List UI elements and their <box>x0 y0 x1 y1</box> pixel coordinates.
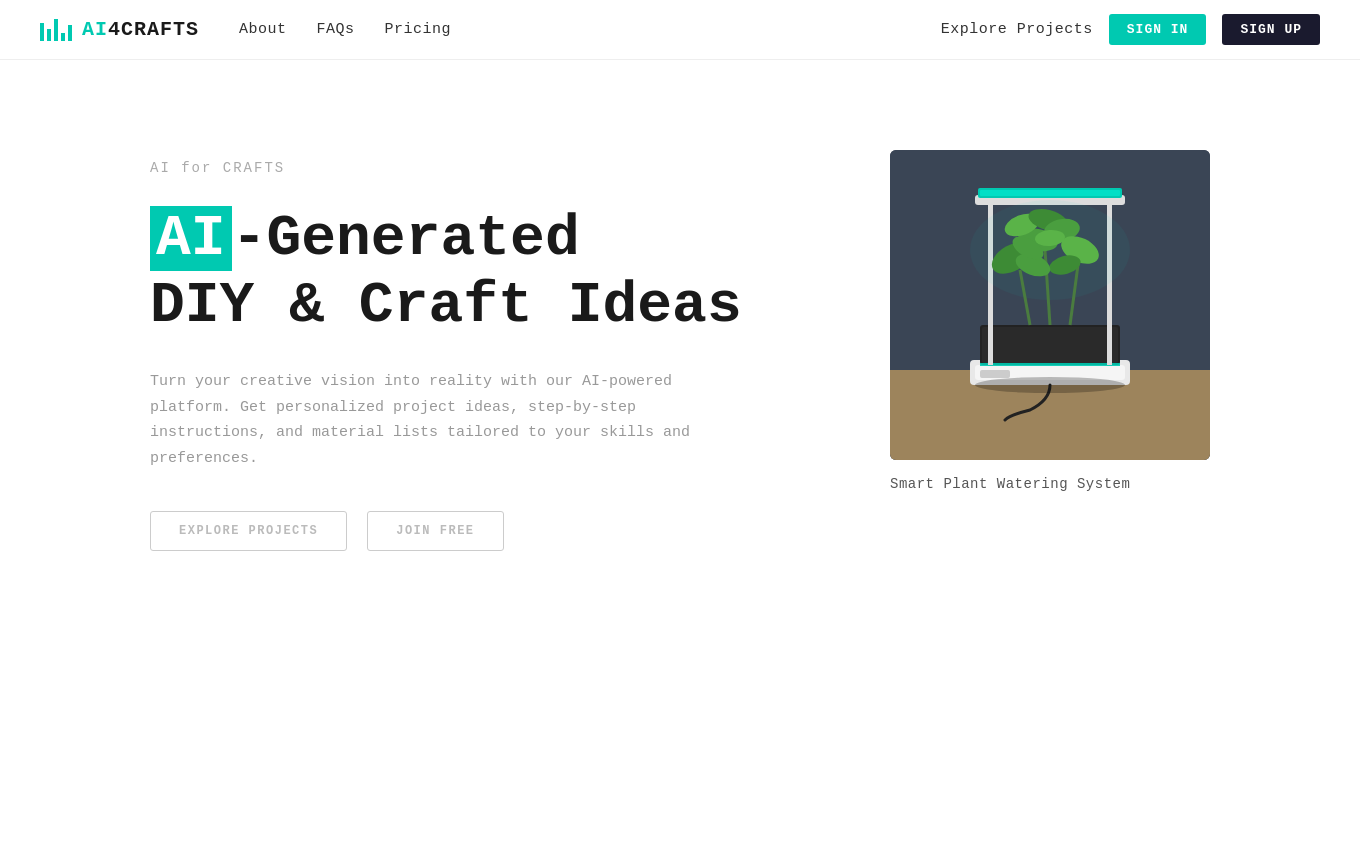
nav-pricing[interactable]: Pricing <box>385 21 452 38</box>
hero-left: AI for CRAFTS AI-Generated DIY & Craft I… <box>150 140 790 551</box>
join-free-button[interactable]: JOIN FREE <box>367 511 503 551</box>
product-image <box>890 150 1210 460</box>
hero-title-line2: DIY & Craft Ideas <box>150 273 742 338</box>
svg-rect-6 <box>982 327 1118 363</box>
hero-title: AI-Generated DIY & Craft Ideas <box>150 206 790 339</box>
logo-icon <box>40 19 72 41</box>
product-illustration <box>890 150 1210 460</box>
logo-link[interactable]: AI4CRAFTS <box>40 18 199 41</box>
hero-title-generated: -Generated <box>232 206 580 271</box>
hero-eyebrow: AI for CRAFTS <box>150 160 790 176</box>
hero-title-ai: AI <box>150 206 232 271</box>
header-right: Explore Projects SIGN IN SIGN UP <box>941 14 1320 45</box>
nav-about[interactable]: About <box>239 21 287 38</box>
site-header: AI4CRAFTS About FAQs Pricing Explore Pro… <box>0 0 1360 60</box>
logo-ai: AI <box>82 18 108 41</box>
hero-buttons: EXPLORE PROJECTS JOIN FREE <box>150 511 790 551</box>
main-nav: About FAQs Pricing <box>239 21 451 38</box>
header-left: AI4CRAFTS About FAQs Pricing <box>40 18 451 41</box>
main-content: AI for CRAFTS AI-Generated DIY & Craft I… <box>0 60 1360 859</box>
hero-right: Smart Plant Watering System <box>890 140 1210 492</box>
svg-rect-12 <box>980 190 1120 196</box>
sign-up-button[interactable]: SIGN UP <box>1222 14 1320 45</box>
explore-projects-button[interactable]: EXPLORE PROJECTS <box>150 511 347 551</box>
nav-faqs[interactable]: FAQs <box>317 21 355 38</box>
logo-text: AI4CRAFTS <box>82 18 199 41</box>
logo-crafts: 4CRAFTS <box>108 18 199 41</box>
hero-description: Turn your creative vision into reality w… <box>150 369 730 471</box>
svg-point-29 <box>975 377 1125 393</box>
sign-in-button[interactable]: SIGN IN <box>1109 14 1207 45</box>
product-caption: Smart Plant Watering System <box>890 476 1130 492</box>
explore-projects-link[interactable]: Explore Projects <box>941 21 1093 38</box>
svg-rect-4 <box>980 370 1010 378</box>
svg-rect-7 <box>980 363 1120 366</box>
